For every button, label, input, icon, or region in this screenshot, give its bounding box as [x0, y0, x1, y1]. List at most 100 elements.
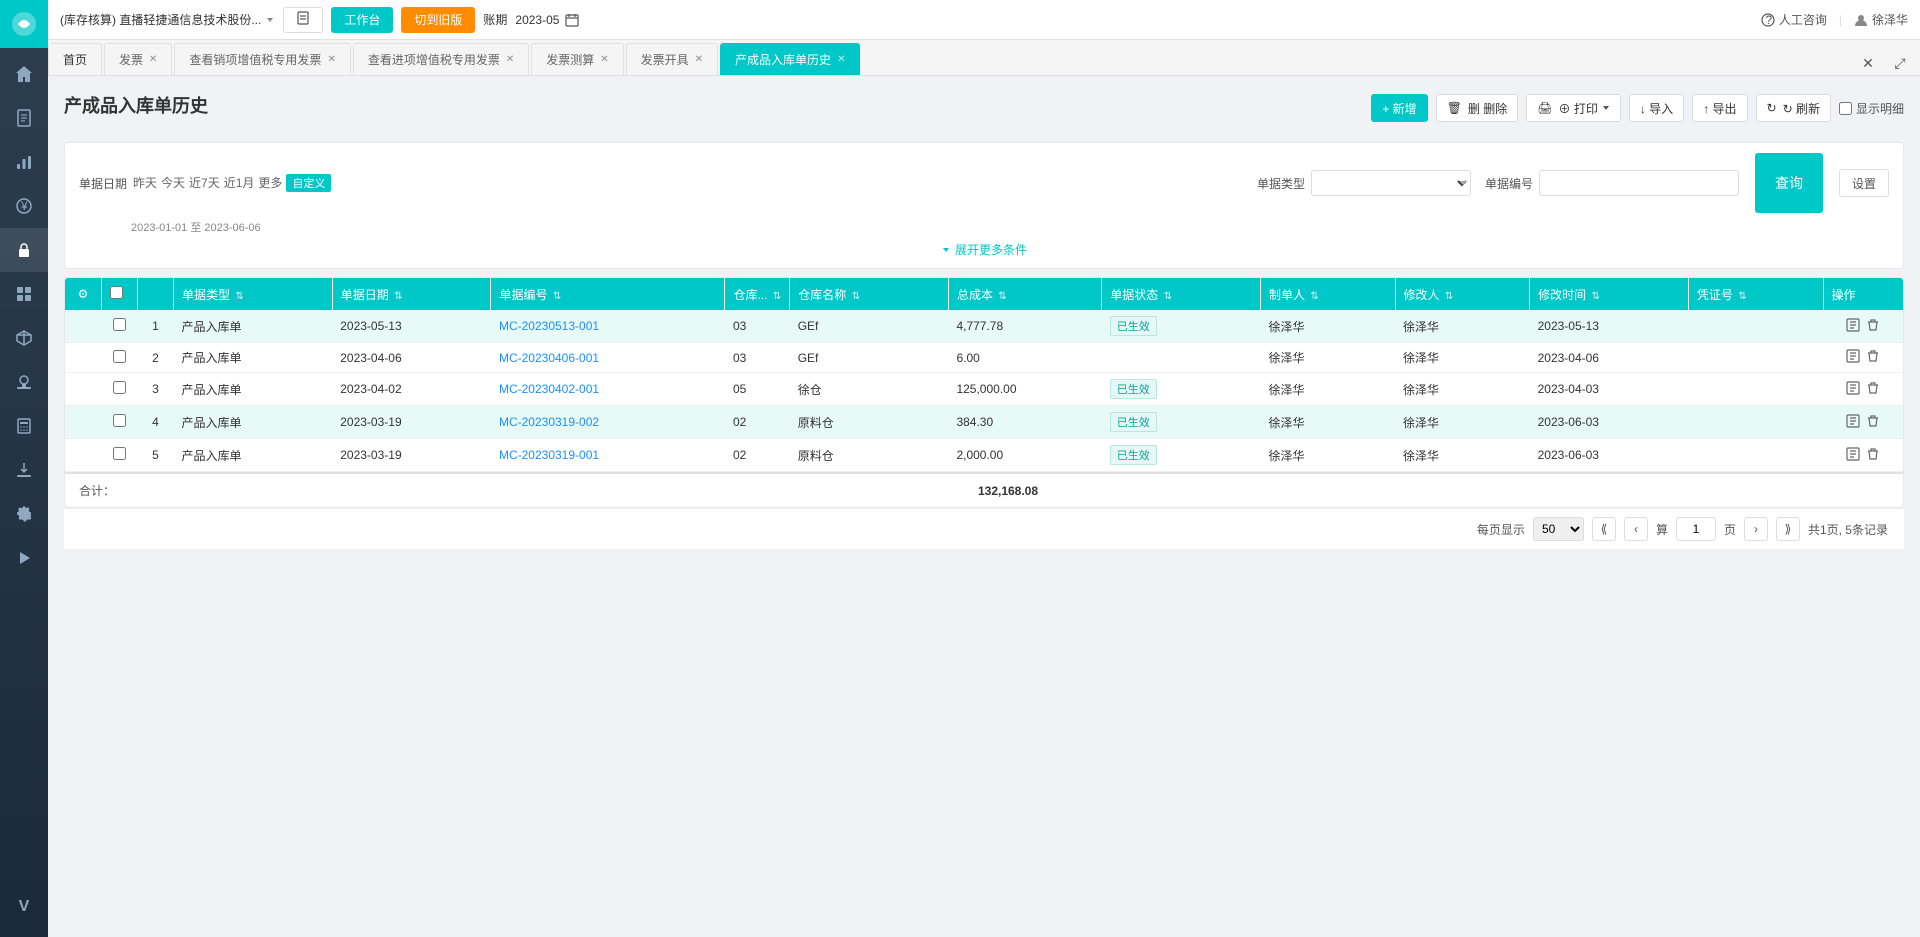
row-doc-no[interactable]: MC-20230513-001 [491, 310, 725, 343]
import-btn[interactable]: ↓ 导入 [1629, 94, 1684, 122]
sidebar-item-chart[interactable] [0, 140, 48, 184]
search-btn[interactable]: 查询 [1755, 153, 1823, 213]
refresh-icon: ↻ [1767, 101, 1777, 115]
sort-icon[interactable]: ⇅ [1310, 291, 1318, 302]
sidebar-item-play[interactable] [0, 536, 48, 580]
company-selector[interactable]: (库存核算) 直播轻捷通信息技术股份... [60, 11, 275, 28]
date-custom-tag[interactable]: 自定义 [286, 174, 331, 192]
tab-product-history[interactable]: 产成品入库单历史 ✕ [720, 43, 860, 75]
expand-filter-btn[interactable]: 展开更多条件 [941, 241, 1027, 258]
date-link-yesterday[interactable]: 昨天 [133, 174, 157, 192]
set-btn[interactable]: 设置 [1839, 169, 1889, 197]
row-checkbox[interactable] [113, 414, 126, 427]
show-detail-checkbox[interactable] [1839, 102, 1852, 115]
refresh-btn[interactable]: ↻ ↻ 刷新 [1756, 94, 1831, 122]
edit-icon[interactable] [1846, 381, 1860, 398]
date-link-today[interactable]: 今天 [161, 174, 185, 192]
delete-row-icon[interactable] [1866, 447, 1880, 464]
date-link-7days[interactable]: 近7天 [189, 174, 220, 192]
edit-icon[interactable] [1846, 349, 1860, 366]
tab-sales-vat[interactable]: 查看销项增值税专用发票 ✕ [174, 43, 350, 75]
row-actions [1823, 310, 1903, 343]
date-link-1month[interactable]: 近1月 [224, 174, 255, 192]
table-settings-icon[interactable]: ⚙ [73, 284, 93, 304]
row-checkbox[interactable] [113, 350, 126, 363]
workbench-btn[interactable]: 工作台 [331, 7, 393, 33]
sidebar-item-lock[interactable] [0, 228, 48, 272]
row-doc-no[interactable]: MC-20230319-002 [491, 406, 725, 439]
close-icon[interactable]: ✕ [327, 54, 335, 65]
help-btn[interactable]: ? 人工咨询 [1761, 11, 1827, 28]
delete-row-icon[interactable] [1866, 349, 1880, 366]
close-icon[interactable]: ✕ [149, 54, 157, 65]
edit-icon[interactable] [1846, 318, 1860, 335]
first-page-btn[interactable]: ⟪ [1592, 517, 1616, 541]
date-link-more[interactable]: 更多 [258, 174, 282, 192]
sidebar-item-document[interactable] [0, 96, 48, 140]
close-window-btn[interactable]: ✕ [1856, 51, 1880, 75]
close-icon[interactable]: ✕ [506, 54, 514, 65]
doc-no-input[interactable] [1539, 170, 1739, 196]
sidebar-item-home[interactable] [0, 52, 48, 96]
close-icon[interactable]: ✕ [695, 54, 703, 65]
tab-invoice[interactable]: 发票 ✕ [104, 43, 172, 75]
row-date: 2023-04-06 [332, 343, 491, 373]
delete-row-icon[interactable] [1866, 414, 1880, 431]
edit-icon[interactable] [1846, 414, 1860, 431]
row-doc-no[interactable]: MC-20230402-001 [491, 373, 725, 406]
maximize-btn[interactable]: ⤢ [1888, 51, 1912, 75]
delete-row-icon[interactable] [1866, 318, 1880, 335]
delete-row-icon[interactable] [1866, 381, 1880, 398]
sidebar-item-settings[interactable] [0, 492, 48, 536]
delete-btn[interactable]: 🗑 删 删除 [1436, 94, 1519, 122]
sidebar-item-box[interactable] [0, 316, 48, 360]
sort-icon[interactable]: ⇅ [235, 291, 243, 302]
sidebar-item-download[interactable] [0, 448, 48, 492]
user-menu[interactable]: 徐泽华 [1854, 11, 1908, 28]
per-page-select[interactable]: 50 10 20 100 [1533, 517, 1584, 541]
sort-icon[interactable]: ⇅ [852, 291, 860, 302]
last-page-btn[interactable]: ⟫ [1776, 517, 1800, 541]
close-icon[interactable]: ✕ [837, 54, 845, 65]
row-checkbox[interactable] [113, 318, 126, 331]
page-number-input[interactable] [1676, 517, 1716, 541]
tab-invoice-calc[interactable]: 发票测算 ✕ [531, 43, 623, 75]
sort-icon[interactable]: ⇅ [1738, 291, 1746, 302]
tab-invoice-open[interactable]: 发票开具 ✕ [626, 43, 718, 75]
sidebar-item-v[interactable]: V [0, 885, 48, 929]
sort-icon[interactable]: ⇅ [1591, 291, 1599, 302]
row-total-cost: 6.00 [948, 343, 1101, 373]
sidebar-item-grid[interactable] [0, 272, 48, 316]
sidebar-item-calculator[interactable] [0, 404, 48, 448]
switch-btn[interactable]: 切到旧版 [401, 7, 475, 33]
close-icon[interactable]: ✕ [600, 54, 608, 65]
edit-icon[interactable] [1846, 447, 1860, 464]
row-type: 产品入库单 [174, 310, 333, 343]
sort-icon[interactable]: ⇅ [1445, 291, 1453, 302]
row-checkbox[interactable] [113, 381, 126, 394]
row-doc-no[interactable]: MC-20230319-001 [491, 439, 725, 472]
sort-icon[interactable]: ⇅ [1164, 291, 1172, 302]
prev-page-btn[interactable]: ‹ [1624, 517, 1648, 541]
row-modifier: 徐泽华 [1395, 439, 1530, 472]
export-btn[interactable]: ↑ 导出 [1692, 94, 1747, 122]
next-page-btn[interactable]: › [1744, 517, 1768, 541]
row-type: 产品入库单 [174, 439, 333, 472]
sort-icon[interactable]: ⇅ [998, 291, 1006, 302]
print-btn[interactable]: 🖨 ⊕ 打印 [1526, 94, 1621, 122]
doc-type-select[interactable] [1311, 170, 1471, 196]
row-checkbox[interactable] [113, 447, 126, 460]
row-doc-no[interactable]: MC-20230406-001 [491, 343, 725, 373]
new-btn[interactable]: + 新增 [1371, 94, 1427, 122]
tab-purchase-vat[interactable]: 查看进项增值税专用发票 ✕ [353, 43, 529, 75]
sort-icon[interactable]: ⇅ [773, 291, 781, 302]
app-logo[interactable] [0, 0, 48, 48]
select-all-checkbox[interactable] [110, 286, 123, 299]
document-btn[interactable] [283, 7, 323, 33]
sidebar-item-money[interactable]: ¥ [0, 184, 48, 228]
show-detail-toggle[interactable]: 显示明细 [1839, 100, 1904, 117]
sidebar-item-stamp[interactable] [0, 360, 48, 404]
sort-icon[interactable]: ⇅ [553, 291, 561, 302]
sort-icon[interactable]: ⇅ [394, 291, 402, 302]
tab-home[interactable]: 首页 [48, 43, 102, 75]
